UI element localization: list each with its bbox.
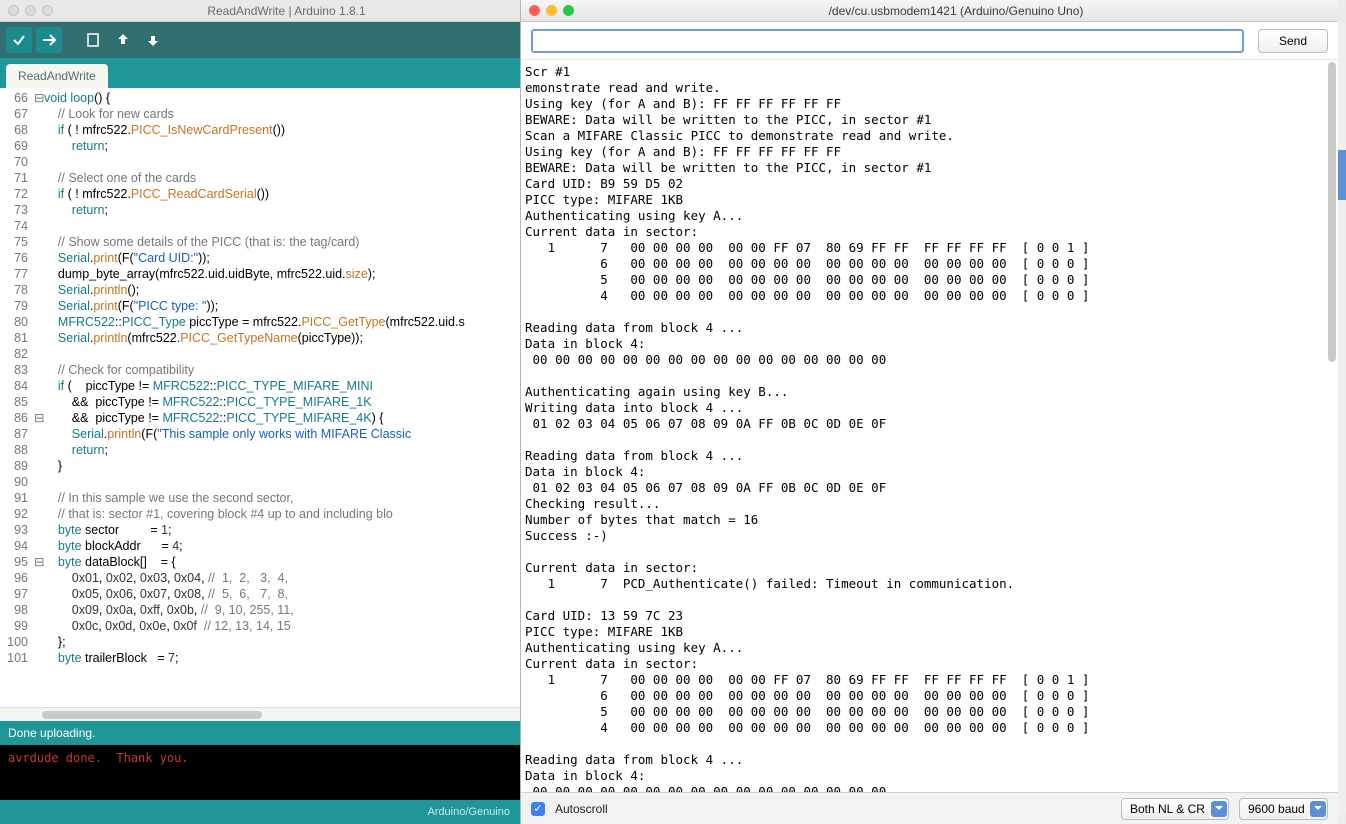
code-line[interactable]: 71 // Select one of the cards — [0, 170, 520, 186]
code-line[interactable]: 66⊟void loop() { — [0, 90, 520, 106]
code-line[interactable]: 82 — [0, 346, 520, 362]
minimize-icon[interactable] — [25, 5, 36, 16]
code-line[interactable]: 91 // In this sample we use the second s… — [0, 490, 520, 506]
code-line[interactable]: 67 // Look for new cards — [0, 106, 520, 122]
serial-titlebar: /dev/cu.usbmodem1421 (Arduino/Genuino Un… — [521, 0, 1338, 22]
code-line[interactable]: 85 && piccType != MFRC522::PICC_TYPE_MIF… — [0, 394, 520, 410]
code-line[interactable]: 74 — [0, 218, 520, 234]
code-line[interactable]: 97 0x05, 0x06, 0x07, 0x08, // 5, 6, 7, 8… — [0, 586, 520, 602]
code-line[interactable]: 100 }; — [0, 634, 520, 650]
code-line[interactable]: 73 return; — [0, 202, 520, 218]
editor-h-scrollbar[interactable] — [0, 707, 520, 721]
code-line[interactable]: 88 return; — [0, 442, 520, 458]
code-line[interactable]: 84 if ( piccType != MFRC522::PICC_TYPE_M… — [0, 378, 520, 394]
send-row: Send — [521, 22, 1338, 60]
autoscroll-checkbox[interactable]: ✓ — [531, 802, 545, 816]
code-line[interactable]: 72 if ( ! mfrc522.PICC_ReadCardSerial()) — [0, 186, 520, 202]
arduino-ide-window: ReadAndWrite | Arduino 1.8.1 ReadAndWrit… — [0, 0, 520, 824]
autoscroll-label: Autoscroll — [555, 802, 608, 816]
code-line[interactable]: 98 0x09, 0x0a, 0xff, 0x0b, // 9, 10, 255… — [0, 602, 520, 618]
code-line[interactable]: 94 byte blockAddr = 4; — [0, 538, 520, 554]
code-editor[interactable]: 66⊟void loop() {67 // Look for new cards… — [0, 88, 520, 707]
code-line[interactable]: 70 — [0, 154, 520, 170]
status-bar: Done uploading. — [0, 721, 520, 745]
code-line[interactable]: 86⊟ && piccType != MFRC522::PICC_TYPE_MI… — [0, 410, 520, 426]
minimize-icon[interactable] — [546, 5, 557, 16]
serial-v-scrollbar[interactable] — [1328, 62, 1336, 362]
tab-readandwrite[interactable]: ReadAndWrite — [6, 64, 108, 88]
serial-monitor-window: /dev/cu.usbmodem1421 (Arduino/Genuino Un… — [520, 0, 1338, 824]
serial-output[interactable]: Scr #1 emonstrate read and write. Using … — [521, 60, 1338, 792]
ide-titlebar: ReadAndWrite | Arduino 1.8.1 — [0, 0, 520, 22]
open-sketch-button[interactable] — [110, 27, 136, 53]
code-line[interactable]: 95⊟ byte dataBlock[] = { — [0, 554, 520, 570]
code-line[interactable]: 68 if ( ! mfrc522.PICC_IsNewCardPresent(… — [0, 122, 520, 138]
send-button[interactable]: Send — [1258, 29, 1328, 53]
code-line[interactable]: 90 — [0, 474, 520, 490]
code-line[interactable]: 78 Serial.println(); — [0, 282, 520, 298]
serial-traffic-lights — [521, 5, 574, 16]
ide-window-title: ReadAndWrite | Arduino 1.8.1 — [53, 4, 520, 18]
code-line[interactable]: 99 0x0c, 0x0d, 0x0e, 0x0f // 12, 13, 14,… — [0, 618, 520, 634]
code-line[interactable]: 87 Serial.println(F("This sample only wo… — [0, 426, 520, 442]
code-line[interactable]: 96 0x01, 0x02, 0x03, 0x04, // 1, 2, 3, 4… — [0, 570, 520, 586]
code-line[interactable]: 80 MFRC522::PICC_Type piccType = mfrc522… — [0, 314, 520, 330]
serial-window-title: /dev/cu.usbmodem1421 (Arduino/Genuino Un… — [574, 4, 1338, 18]
serial-send-input[interactable] — [531, 29, 1244, 53]
code-line[interactable]: 75 // Show some details of the PICC (tha… — [0, 234, 520, 250]
close-icon[interactable] — [8, 5, 19, 16]
verify-button[interactable] — [6, 27, 32, 53]
zoom-icon[interactable] — [42, 5, 53, 16]
code-line[interactable]: 77 dump_byte_array(mfrc522.uid.uidByte, … — [0, 266, 520, 282]
sidebar-strip — [1338, 24, 1346, 814]
sidebar-marker — [1338, 150, 1346, 200]
code-line[interactable]: 89 } — [0, 458, 520, 474]
upload-button[interactable] — [36, 27, 62, 53]
code-line[interactable]: 92 // that is: sector #1, covering block… — [0, 506, 520, 522]
zoom-icon[interactable] — [563, 5, 574, 16]
code-line[interactable]: 69 return; — [0, 138, 520, 154]
close-icon[interactable] — [529, 5, 540, 16]
board-footer: Arduino/Genuino — [0, 800, 520, 824]
new-sketch-button[interactable] — [80, 27, 106, 53]
build-console: avrdude done. Thank you. — [0, 745, 520, 800]
chevron-down-icon — [1310, 801, 1326, 817]
tabstrip: ReadAndWrite — [0, 58, 520, 88]
code-line[interactable]: 83 // Check for compatibility — [0, 362, 520, 378]
chevron-down-icon — [1211, 801, 1227, 817]
save-sketch-button[interactable] — [140, 27, 166, 53]
code-line[interactable]: 93 byte sector = 1; — [0, 522, 520, 538]
code-line[interactable]: 79 Serial.print(F("PICC type: ")); — [0, 298, 520, 314]
code-line[interactable]: 81 Serial.println(mfrc522.PICC_GetTypeNa… — [0, 330, 520, 346]
ide-toolbar — [0, 22, 520, 58]
code-line[interactable]: 76 Serial.print(F("Card UID:")); — [0, 250, 520, 266]
code-line[interactable]: 101 byte trailerBlock = 7; — [0, 650, 520, 666]
serial-bottom-bar: ✓ Autoscroll Both NL & CR 9600 baud — [521, 792, 1338, 824]
ide-traffic-lights — [0, 5, 53, 16]
